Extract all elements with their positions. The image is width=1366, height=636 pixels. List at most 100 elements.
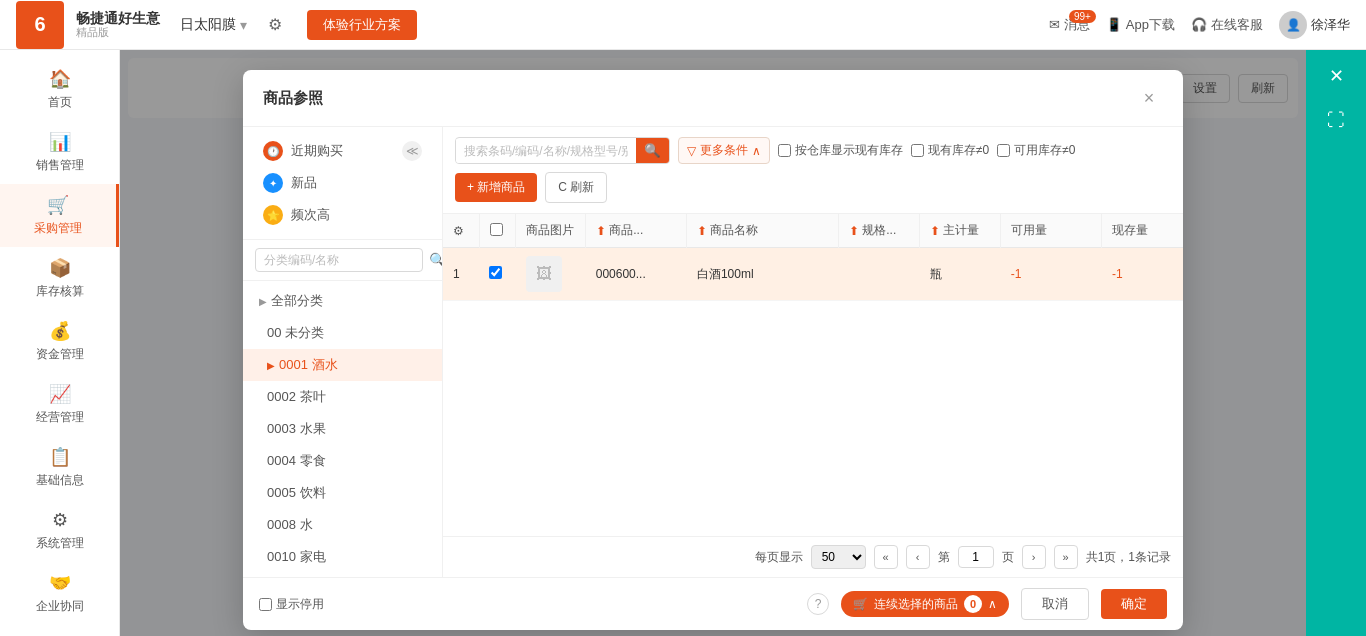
filter-icon: ▽	[687, 144, 696, 158]
category-search-icon[interactable]: 🔍	[429, 252, 443, 268]
product-table: ⚙ 商品图片	[443, 214, 1183, 301]
sidebar-item-purchase[interactable]: 🛒 采购管理	[0, 184, 119, 247]
add-product-button[interactable]: + 新增商品	[455, 173, 537, 202]
store-selector[interactable]: 日太阳膜 ▾	[180, 16, 247, 34]
user-menu[interactable]: 👤 徐泽华	[1279, 11, 1350, 39]
teal-close-button[interactable]: ✕	[1318, 58, 1354, 94]
stock-nonzero-input[interactable]	[911, 144, 924, 157]
category-item-2[interactable]: 0002 茶叶	[243, 381, 442, 413]
sidebar-item-enterprise[interactable]: 🤝 企业协同	[0, 562, 119, 625]
avail-nonzero-input[interactable]	[997, 144, 1010, 157]
category-list: ▶ 全部分类 00 未分类 ▶ 0001 酒水 0002 茶	[243, 281, 442, 577]
product-search-bar: 🔍	[455, 137, 670, 164]
cart-indicator[interactable]: 🛒 连续选择的商品 0 ∧	[841, 591, 1009, 617]
next-page-button[interactable]: ›	[1022, 545, 1046, 569]
teal-expand-button[interactable]: ⛶	[1318, 102, 1354, 138]
confirm-button[interactable]: 确定	[1101, 589, 1167, 619]
category-item-3[interactable]: 0003 水果	[243, 413, 442, 445]
row-checkbox-input[interactable]	[489, 266, 502, 279]
quick-item-frequent[interactable]: ⭐ 频次高	[255, 199, 430, 231]
warehouse-checkbox-input[interactable]	[778, 144, 791, 157]
category-item-6[interactable]: 0008 水	[243, 509, 442, 541]
category-item-1[interactable]: ▶ 0001 酒水	[243, 349, 442, 381]
table-header-row: ⚙ 商品图片	[443, 214, 1183, 248]
th-code[interactable]: ⬆ 商品...	[586, 214, 687, 248]
new-icon: ✦	[263, 173, 283, 193]
category-item-4[interactable]: 0004 零食	[243, 445, 442, 477]
sidebar-item-guide[interactable]: 📖 新手引导	[0, 625, 119, 636]
sidebar-item-operations[interactable]: 📈 经营管理	[0, 373, 119, 436]
category-item-7[interactable]: 0010 家电	[243, 541, 442, 573]
th-unit[interactable]: ⬆ 主计量	[920, 214, 1001, 248]
th-image: 商品图片	[516, 214, 586, 248]
th-settings[interactable]: ⚙	[443, 214, 479, 248]
row-avail: -1	[1001, 248, 1102, 301]
sidebar-item-home[interactable]: 🏠 首页	[0, 58, 119, 121]
select-all-checkbox[interactable]	[490, 223, 503, 236]
message-icon: ✉	[1049, 17, 1060, 32]
show-disabled-input[interactable]	[259, 598, 272, 611]
product-table-container: ⚙ 商品图片	[443, 214, 1183, 536]
last-page-button[interactable]: »	[1054, 545, 1078, 569]
sidebar-item-inventory[interactable]: 📦 库存核算	[0, 247, 119, 310]
help-button[interactable]: ?	[807, 593, 829, 615]
filter-more-button[interactable]: ▽ 更多条件 ∧	[678, 137, 770, 164]
sidebar-item-basic-info[interactable]: 📋 基础信息	[0, 436, 119, 499]
th-name[interactable]: ⬆ 商品名称	[687, 214, 839, 248]
th-checkbox[interactable]	[479, 214, 515, 248]
avatar: 👤	[1279, 11, 1307, 39]
stock-nonzero-checkbox[interactable]: 现有库存≠0	[911, 142, 989, 159]
frequent-icon: ⭐	[263, 205, 283, 225]
category-item-all[interactable]: ▶ 全部分类	[243, 285, 442, 317]
row-checkbox[interactable]	[479, 248, 515, 301]
page-label: 第	[938, 549, 950, 566]
store-dropdown-icon: ▾	[240, 17, 247, 33]
sidebar-item-sales[interactable]: 📊 销售管理	[0, 121, 119, 184]
home-icon: 🏠	[49, 68, 71, 90]
sales-icon: 📊	[49, 131, 71, 153]
search-icon: 🔍	[644, 143, 661, 158]
sort-icon2: ⬆	[697, 224, 707, 238]
first-page-button[interactable]: «	[874, 545, 898, 569]
app-download-button[interactable]: 📱 App下载	[1106, 16, 1175, 34]
product-search-button[interactable]: 🔍	[636, 138, 669, 163]
sidebar-item-system[interactable]: ⚙ 系统管理	[0, 499, 119, 562]
row-spec	[839, 248, 920, 301]
sidebar-item-finance[interactable]: 💰 资金管理	[0, 310, 119, 373]
sort-icon: ⬆	[596, 224, 606, 238]
warehouse-filter-checkbox[interactable]: 按仓库显示现有库存	[778, 142, 903, 159]
prev-page-button[interactable]: ‹	[906, 545, 930, 569]
category-search-input[interactable]	[255, 248, 423, 272]
product-panel: 🔍 ▽ 更多条件 ∧ 按仓库显示现有库存	[443, 127, 1183, 577]
page-number-input[interactable]	[958, 546, 994, 568]
quick-item-recent[interactable]: 🕐 近期购买 ≪	[255, 135, 430, 167]
enterprise-icon: 🤝	[49, 572, 71, 594]
modal-footer: 显示停用 ? 🛒 连续选择的商品 0 ∧ 取消 确定	[243, 577, 1183, 630]
product-search-input[interactable]	[456, 139, 636, 163]
quick-item-new[interactable]: ✦ 新品	[255, 167, 430, 199]
show-disabled-checkbox[interactable]: 显示停用	[259, 596, 324, 613]
table-row[interactable]: 1 🖼	[443, 248, 1183, 301]
modal-close-button[interactable]: ×	[1135, 84, 1163, 112]
online-service-button[interactable]: 🎧 在线客服	[1191, 16, 1263, 34]
category-item-5[interactable]: 0005 饮料	[243, 477, 442, 509]
th-spec[interactable]: ⬆ 规格...	[839, 214, 920, 248]
avail-nonzero-checkbox[interactable]: 可用库存≠0	[997, 142, 1075, 159]
exp-industry-button[interactable]: 体验行业方案	[307, 10, 417, 40]
collapse-button[interactable]: ≪	[402, 141, 422, 161]
category-item-0[interactable]: 00 未分类	[243, 317, 442, 349]
th-avail[interactable]: 可用量	[1001, 214, 1102, 248]
sort-icon3: ⬆	[849, 224, 859, 238]
cancel-button[interactable]: 取消	[1021, 588, 1089, 620]
row-name: 白酒100ml	[687, 248, 839, 301]
modal-title: 商品参照	[263, 89, 323, 108]
page-size-select[interactable]: 50 10 20 100	[811, 545, 866, 569]
row-image: 🖼	[516, 248, 586, 301]
refresh-product-button[interactable]: C 刷新	[545, 172, 607, 203]
cart-icon: 🛒	[853, 597, 868, 611]
notification-button[interactable]: ✉ 消息 99+	[1049, 16, 1090, 34]
th-stock[interactable]: 现存量	[1102, 214, 1183, 248]
chevron-up-icon: ∧	[752, 144, 761, 158]
settings-icon[interactable]: ⚙	[259, 9, 291, 41]
row-code: 000600...	[586, 248, 687, 301]
